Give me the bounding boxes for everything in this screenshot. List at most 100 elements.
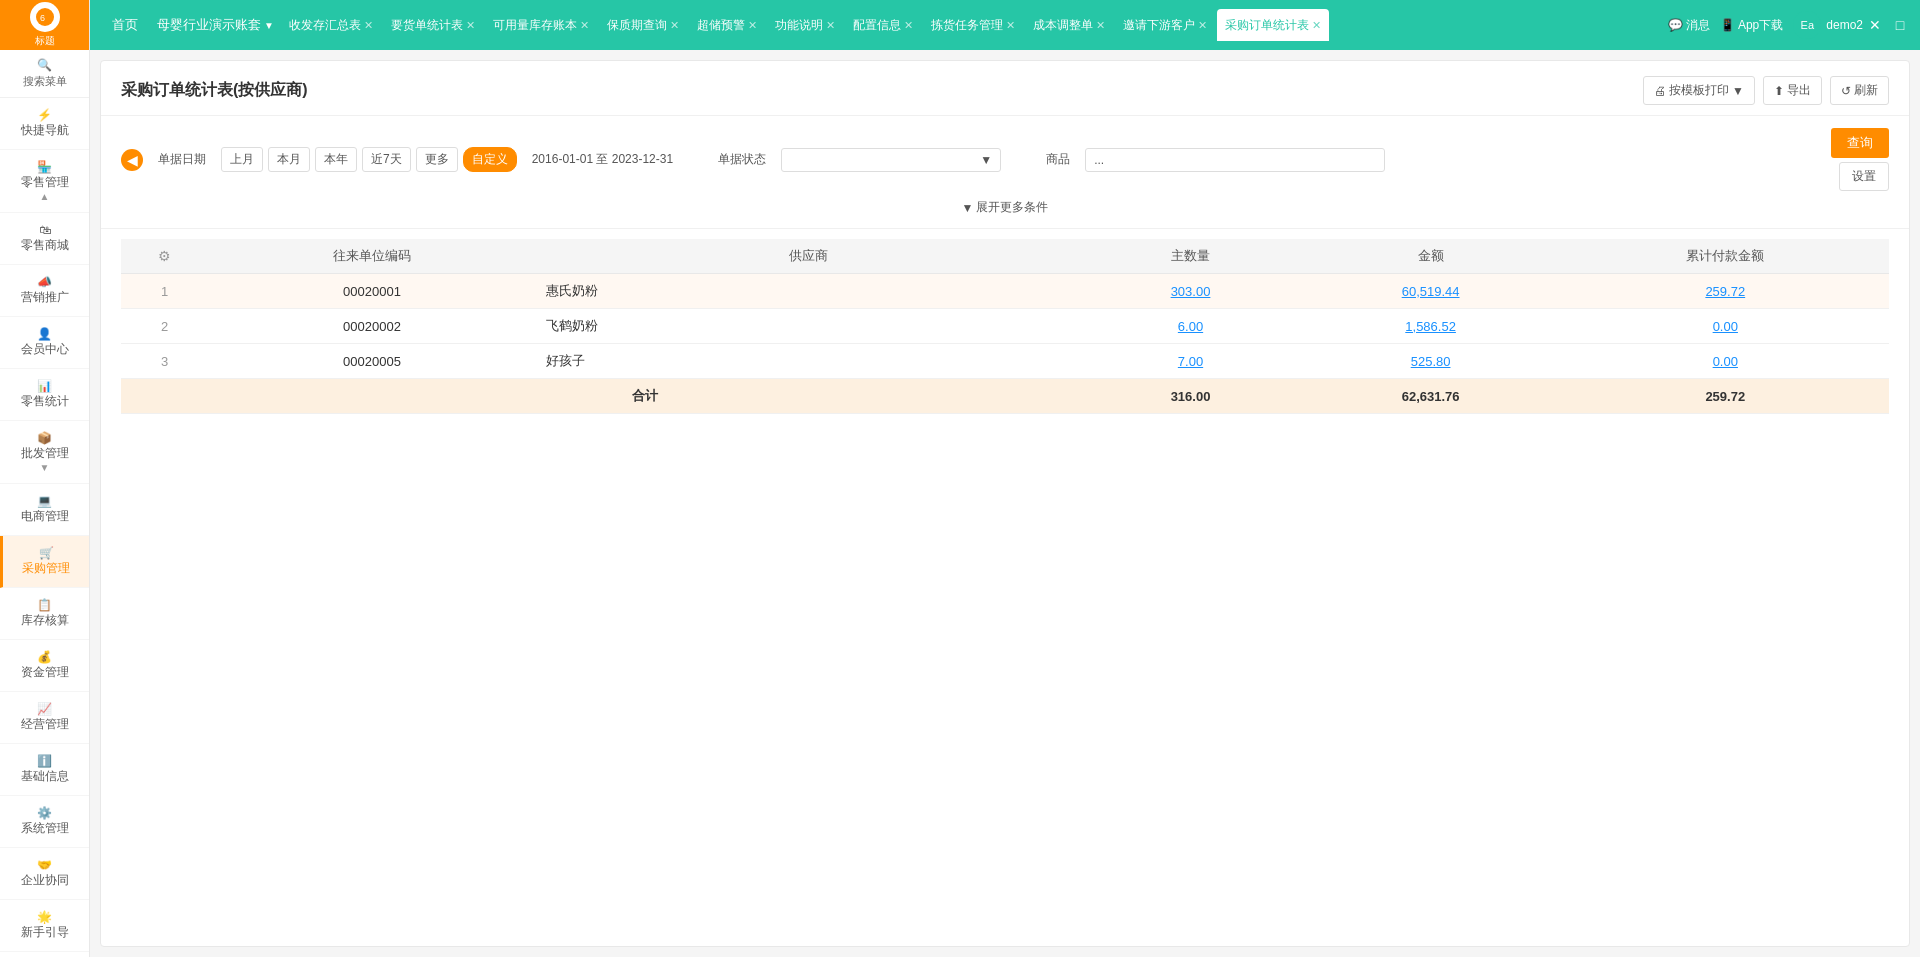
sidebar-item-retail-shop[interactable]: 🛍 零售商城: [0, 213, 89, 265]
row2-amount: 1,586.52: [1300, 309, 1562, 344]
window-maximize-btn[interactable]: □: [1890, 15, 1910, 35]
tab-task[interactable]: 拣货任务管理 ✕: [923, 9, 1023, 41]
tab-goods-stats[interactable]: 要货单统计表 ✕: [383, 9, 483, 41]
sidebar-item-ecommerce[interactable]: 💻 电商管理: [0, 484, 89, 536]
user-avatar-btn[interactable]: Ea demo2: [1793, 11, 1863, 39]
col-header-paid: 累计付款金额: [1562, 239, 1889, 274]
sidebar-item-basic[interactable]: ℹ️ 基础信息: [0, 744, 89, 796]
date-this-month-btn[interactable]: 本月: [268, 147, 310, 172]
goods-input[interactable]: ...: [1085, 148, 1385, 172]
query-btn[interactable]: 查询: [1831, 128, 1889, 158]
filter-toggle-btn[interactable]: ◀: [121, 149, 143, 171]
tab-config-close-icon[interactable]: ✕: [904, 19, 913, 32]
sidebar-item-enterprise[interactable]: 🤝 企业协同: [0, 848, 89, 900]
row3-qty: 7.00: [1081, 344, 1299, 379]
sidebar-item-marketing[interactable]: 📣 营销推广: [0, 265, 89, 317]
refresh-btn[interactable]: ↺ 刷新: [1830, 76, 1889, 105]
sidebar-item-app-center[interactable]: 📱 应用中心: [0, 952, 89, 957]
date-filter-label: 单据日期: [158, 151, 206, 168]
message-btn[interactable]: 💬 消息: [1668, 17, 1710, 34]
refresh-label: 刷新: [1854, 82, 1878, 99]
tab-receive[interactable]: 收发存汇总表 ✕: [281, 9, 381, 41]
sidebar-item-search[interactable]: 🔍 搜索菜单: [0, 50, 89, 98]
retail-stats-icon: 📊: [37, 379, 52, 393]
window-close-btn[interactable]: ✕: [1865, 15, 1885, 35]
export-btn[interactable]: ⬆ 导出: [1763, 76, 1822, 105]
date-this-year-btn[interactable]: 本年: [315, 147, 357, 172]
sidebar-item-finance[interactable]: 💰 资金管理: [0, 640, 89, 692]
template-print-btn[interactable]: 🖨 按模板打印 ▼: [1643, 76, 1755, 105]
sidebar-item-retail-stats[interactable]: 📊 零售统计: [0, 369, 89, 421]
tab-purchase-stats-label: 采购订单统计表: [1225, 17, 1309, 34]
tab-task-close-icon[interactable]: ✕: [1006, 19, 1015, 32]
topbar-actions: 💬 消息 📱 App下载 Ea demo2: [1668, 11, 1863, 39]
quicknav-icon: ⚡: [37, 108, 52, 122]
tab-available[interactable]: 可用量库存账本 ✕: [485, 9, 597, 41]
status-select[interactable]: ▼: [781, 148, 1001, 172]
settings-btn[interactable]: 设置: [1839, 162, 1889, 191]
row2-paid: 0.00: [1562, 309, 1889, 344]
avatar: Ea: [1793, 11, 1821, 39]
home-tab[interactable]: 首页: [100, 0, 150, 50]
tab-config[interactable]: 配置信息 ✕: [845, 9, 921, 41]
data-table: ⚙ 往来单位编码 供应商 主数量 金额 累计付款金额 1 00020001 惠氏…: [121, 239, 1889, 414]
tab-purchase-stats-close-icon[interactable]: ✕: [1312, 19, 1321, 32]
table-row: 2 00020002 飞鹤奶粉 6.00 1,586.52 0.00: [121, 309, 1889, 344]
row1-paid: 259.72: [1562, 274, 1889, 309]
tab-invite-label: 邀请下游客户: [1123, 17, 1195, 34]
footer-label: 合计: [208, 379, 1081, 414]
sidebar-item-retail[interactable]: 🏪 零售管理 ▲: [0, 150, 89, 213]
sidebar-item-inventory[interactable]: 📋 库存核算: [0, 588, 89, 640]
app-logo: 6 标题: [0, 0, 89, 50]
row2-code: 00020002: [208, 309, 535, 344]
tab-funcinfo[interactable]: 功能说明 ✕: [767, 9, 843, 41]
tab-cost[interactable]: 成本调整单 ✕: [1025, 9, 1113, 41]
sidebar-item-operations[interactable]: 📈 经营管理: [0, 692, 89, 744]
expand-label: 展开更多条件: [976, 199, 1048, 216]
tab-goods-stats-close-icon[interactable]: ✕: [466, 19, 475, 32]
tab-invite[interactable]: 邀请下游客户 ✕: [1115, 9, 1215, 41]
row1-supplier: 惠氏奶粉: [536, 274, 1082, 309]
filter-row-1: ◀ 单据日期 上月 本月 本年 近7天 更多 自定义 2016-01-01 至 …: [121, 128, 1889, 191]
column-settings-icon[interactable]: ⚙: [158, 248, 171, 264]
expand-more-btn[interactable]: ▼ 展开更多条件: [962, 199, 1049, 216]
main-area: 首页 母婴行业演示账套 ▼ 收发存汇总表 ✕ 要货单统计表 ✕ 可用量库存账本 …: [90, 0, 1920, 957]
window-buttons: ✕ □: [1865, 15, 1910, 35]
sidebar-item-purchase[interactable]: 🛒 采购管理: [0, 536, 89, 588]
date-custom-badge[interactable]: 自定义: [463, 147, 517, 172]
tab-invite-close-icon[interactable]: ✕: [1198, 19, 1207, 32]
sidebar-item-system[interactable]: ⚙️ 系统管理: [0, 796, 89, 848]
table-row: 1 00020001 惠氏奶粉 303.00 60,519.44 259.72: [121, 274, 1889, 309]
tab-purchase-stats[interactable]: 采购订单统计表 ✕: [1217, 9, 1329, 41]
sidebar-item-newbie[interactable]: 🌟 新手引导: [0, 900, 89, 952]
tab-overstock-close-icon[interactable]: ✕: [748, 19, 757, 32]
tab-overstock[interactable]: 超储预警 ✕: [689, 9, 765, 41]
newbie-icon: 🌟: [37, 910, 52, 924]
ecommerce-label: 电商管理: [21, 508, 69, 525]
goods-filter-label: 商品: [1046, 151, 1070, 168]
tab-funcinfo-close-icon[interactable]: ✕: [826, 19, 835, 32]
tab-expiry-close-icon[interactable]: ✕: [670, 19, 679, 32]
expand-chevron-icon: ▼: [962, 201, 974, 215]
table-header-row: ⚙ 往来单位编码 供应商 主数量 金额 累计付款金额: [121, 239, 1889, 274]
date-last-month-btn[interactable]: 上月: [221, 147, 263, 172]
tab-available-close-icon[interactable]: ✕: [580, 19, 589, 32]
sidebar-item-member[interactable]: 👤 会员中心: [0, 317, 89, 369]
tab-cost-close-icon[interactable]: ✕: [1096, 19, 1105, 32]
inventory-icon: 📋: [37, 598, 52, 612]
sidebar-item-quicknav[interactable]: ⚡ 快捷导航: [0, 98, 89, 150]
date-more-btn[interactable]: 更多: [416, 147, 458, 172]
retail-stats-label: 零售统计: [21, 393, 69, 410]
quicknav-label: 快捷导航: [21, 122, 69, 139]
workspace-dropdown[interactable]: 母婴行业演示账套 ▼: [152, 0, 279, 50]
sidebar-item-wholesale[interactable]: 📦 批发管理 ▼: [0, 421, 89, 484]
date-7days-btn[interactable]: 近7天: [362, 147, 411, 172]
message-icon: 💬: [1668, 18, 1683, 32]
retail-shop-icon: 🛍: [39, 223, 51, 237]
purchase-icon: 🛒: [39, 546, 54, 560]
tab-receive-close-icon[interactable]: ✕: [364, 19, 373, 32]
search-menu-label: 搜索菜单: [23, 74, 67, 89]
tab-expiry[interactable]: 保质期查询 ✕: [599, 9, 687, 41]
app-download-btn[interactable]: 📱 App下载: [1720, 17, 1783, 34]
page-header-actions: 🖨 按模板打印 ▼ ⬆ 导出 ↺ 刷新: [1643, 76, 1889, 105]
